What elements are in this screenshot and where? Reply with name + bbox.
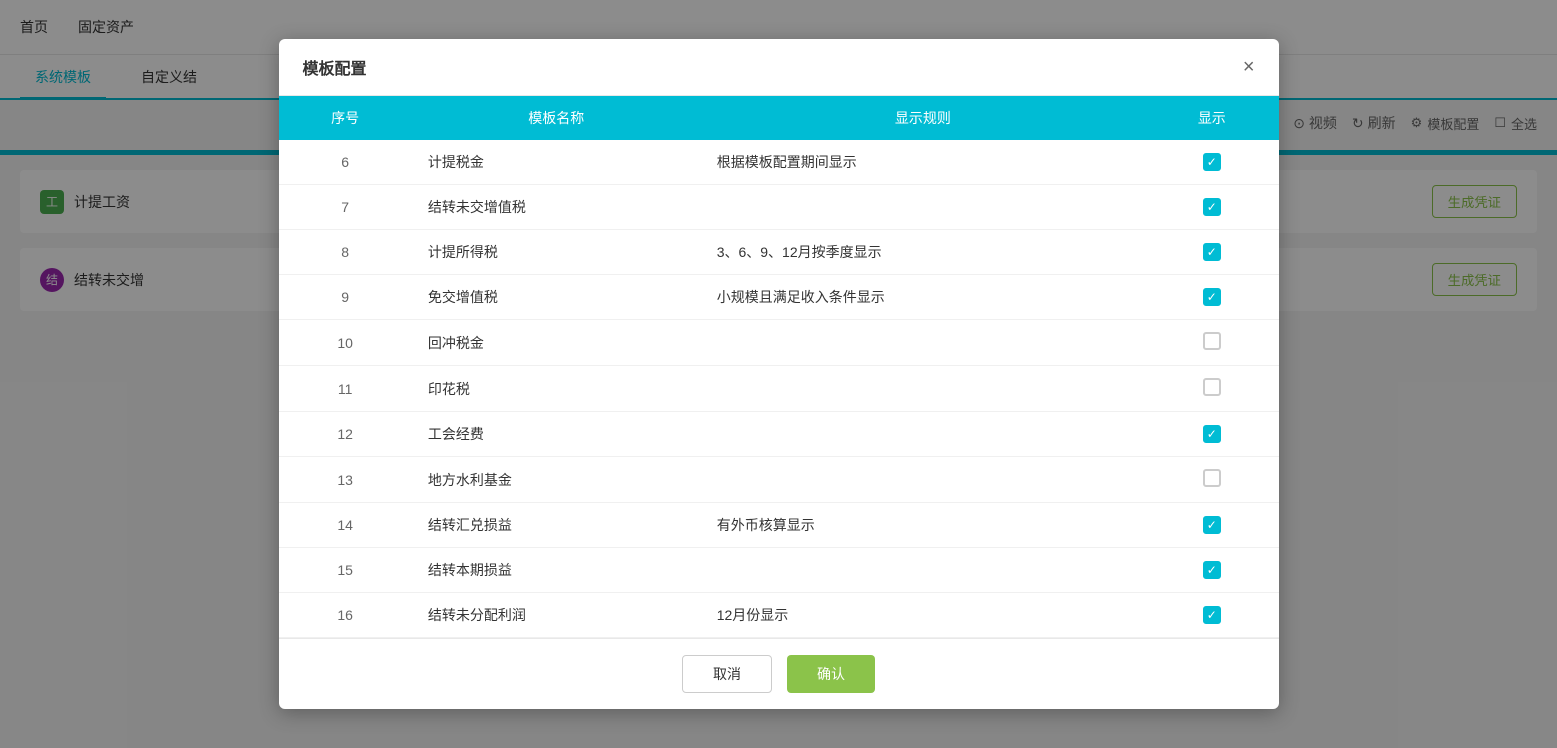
table-row: 6计提税金根据模板配置期间显示 <box>279 140 1279 185</box>
table-row: 16结转未分配利润12月份显示 <box>279 593 1279 638</box>
table-row: 11印花税 <box>279 366 1279 412</box>
row-check-1 <box>1145 185 1278 230</box>
row-seq-9: 15 <box>279 548 412 593</box>
table-row: 8计提所得税3、6、9、12月按季度显示 <box>279 230 1279 275</box>
row-rule-8: 有外币核算显示 <box>701 503 1145 548</box>
col-name: 模板名称 <box>412 96 701 140</box>
row-rule-5 <box>701 366 1145 412</box>
row-name-3: 免交增值税 <box>412 275 701 320</box>
checkbox-0[interactable] <box>1203 153 1221 171</box>
row-rule-4 <box>701 320 1145 366</box>
table-row: 15结转本期损益 <box>279 548 1279 593</box>
checkbox-10[interactable] <box>1203 606 1221 624</box>
row-check-0 <box>1145 140 1278 185</box>
col-seq: 序号 <box>279 96 412 140</box>
cancel-button[interactable]: 取消 <box>682 655 772 693</box>
checkbox-5[interactable] <box>1203 378 1221 396</box>
row-seq-6: 12 <box>279 412 412 457</box>
row-seq-7: 13 <box>279 457 412 503</box>
config-table: 序号 模板名称 显示规则 显示 6计提税金根据模板配置期间显示7结转未交增值税8… <box>279 96 1279 638</box>
row-check-2 <box>1145 230 1278 275</box>
row-rule-1 <box>701 185 1145 230</box>
table-row: 13地方水利基金 <box>279 457 1279 503</box>
row-check-10 <box>1145 593 1278 638</box>
table-row: 7结转未交增值税 <box>279 185 1279 230</box>
modal-header: 模板配置 × <box>279 39 1279 96</box>
checkbox-8[interactable] <box>1203 516 1221 534</box>
row-rule-2: 3、6、9、12月按季度显示 <box>701 230 1145 275</box>
row-name-9: 结转本期损益 <box>412 548 701 593</box>
row-check-5 <box>1145 366 1278 412</box>
row-check-9 <box>1145 548 1278 593</box>
row-rule-6 <box>701 412 1145 457</box>
row-rule-10: 12月份显示 <box>701 593 1145 638</box>
table-row: 10回冲税金 <box>279 320 1279 366</box>
row-seq-10: 16 <box>279 593 412 638</box>
confirm-button[interactable]: 确认 <box>787 655 875 693</box>
row-seq-5: 11 <box>279 366 412 412</box>
table-row: 12工会经费 <box>279 412 1279 457</box>
modal-body: 序号 模板名称 显示规则 显示 6计提税金根据模板配置期间显示7结转未交增值税8… <box>279 96 1279 638</box>
row-name-2: 计提所得税 <box>412 230 701 275</box>
row-seq-1: 7 <box>279 185 412 230</box>
row-seq-8: 14 <box>279 503 412 548</box>
table-header-row: 序号 模板名称 显示规则 显示 <box>279 96 1279 140</box>
checkbox-2[interactable] <box>1203 243 1221 261</box>
table-row: 14结转汇兑损益有外币核算显示 <box>279 503 1279 548</box>
row-check-7 <box>1145 457 1278 503</box>
checkbox-4[interactable] <box>1203 332 1221 350</box>
row-name-10: 结转未分配利润 <box>412 593 701 638</box>
row-name-8: 结转汇兑损益 <box>412 503 701 548</box>
row-rule-9 <box>701 548 1145 593</box>
row-check-4 <box>1145 320 1278 366</box>
row-rule-7 <box>701 457 1145 503</box>
row-check-6 <box>1145 412 1278 457</box>
checkbox-7[interactable] <box>1203 469 1221 487</box>
modal-template-config: 模板配置 × 序号 模板名称 显示规则 显示 6计提税金根据模板配置期间显示7结… <box>279 39 1279 709</box>
col-rule: 显示规则 <box>701 96 1145 140</box>
row-check-8 <box>1145 503 1278 548</box>
row-rule-0: 根据模板配置期间显示 <box>701 140 1145 185</box>
row-name-6: 工会经费 <box>412 412 701 457</box>
row-seq-0: 6 <box>279 140 412 185</box>
modal-close-button[interactable]: × <box>1243 57 1255 77</box>
row-name-4: 回冲税金 <box>412 320 701 366</box>
col-display: 显示 <box>1145 96 1278 140</box>
row-seq-3: 9 <box>279 275 412 320</box>
table-row: 9免交增值税小规模且满足收入条件显示 <box>279 275 1279 320</box>
checkbox-3[interactable] <box>1203 288 1221 306</box>
checkbox-6[interactable] <box>1203 425 1221 443</box>
row-seq-4: 10 <box>279 320 412 366</box>
checkbox-1[interactable] <box>1203 198 1221 216</box>
modal-title: 模板配置 <box>303 55 367 79</box>
row-rule-3: 小规模且满足收入条件显示 <box>701 275 1145 320</box>
row-name-7: 地方水利基金 <box>412 457 701 503</box>
checkbox-9[interactable] <box>1203 561 1221 579</box>
row-name-1: 结转未交增值税 <box>412 185 701 230</box>
modal-overlay: 模板配置 × 序号 模板名称 显示规则 显示 6计提税金根据模板配置期间显示7结… <box>0 0 1557 748</box>
row-name-0: 计提税金 <box>412 140 701 185</box>
row-seq-2: 8 <box>279 230 412 275</box>
row-check-3 <box>1145 275 1278 320</box>
modal-footer: 取消 确认 <box>279 638 1279 709</box>
row-name-5: 印花税 <box>412 366 701 412</box>
